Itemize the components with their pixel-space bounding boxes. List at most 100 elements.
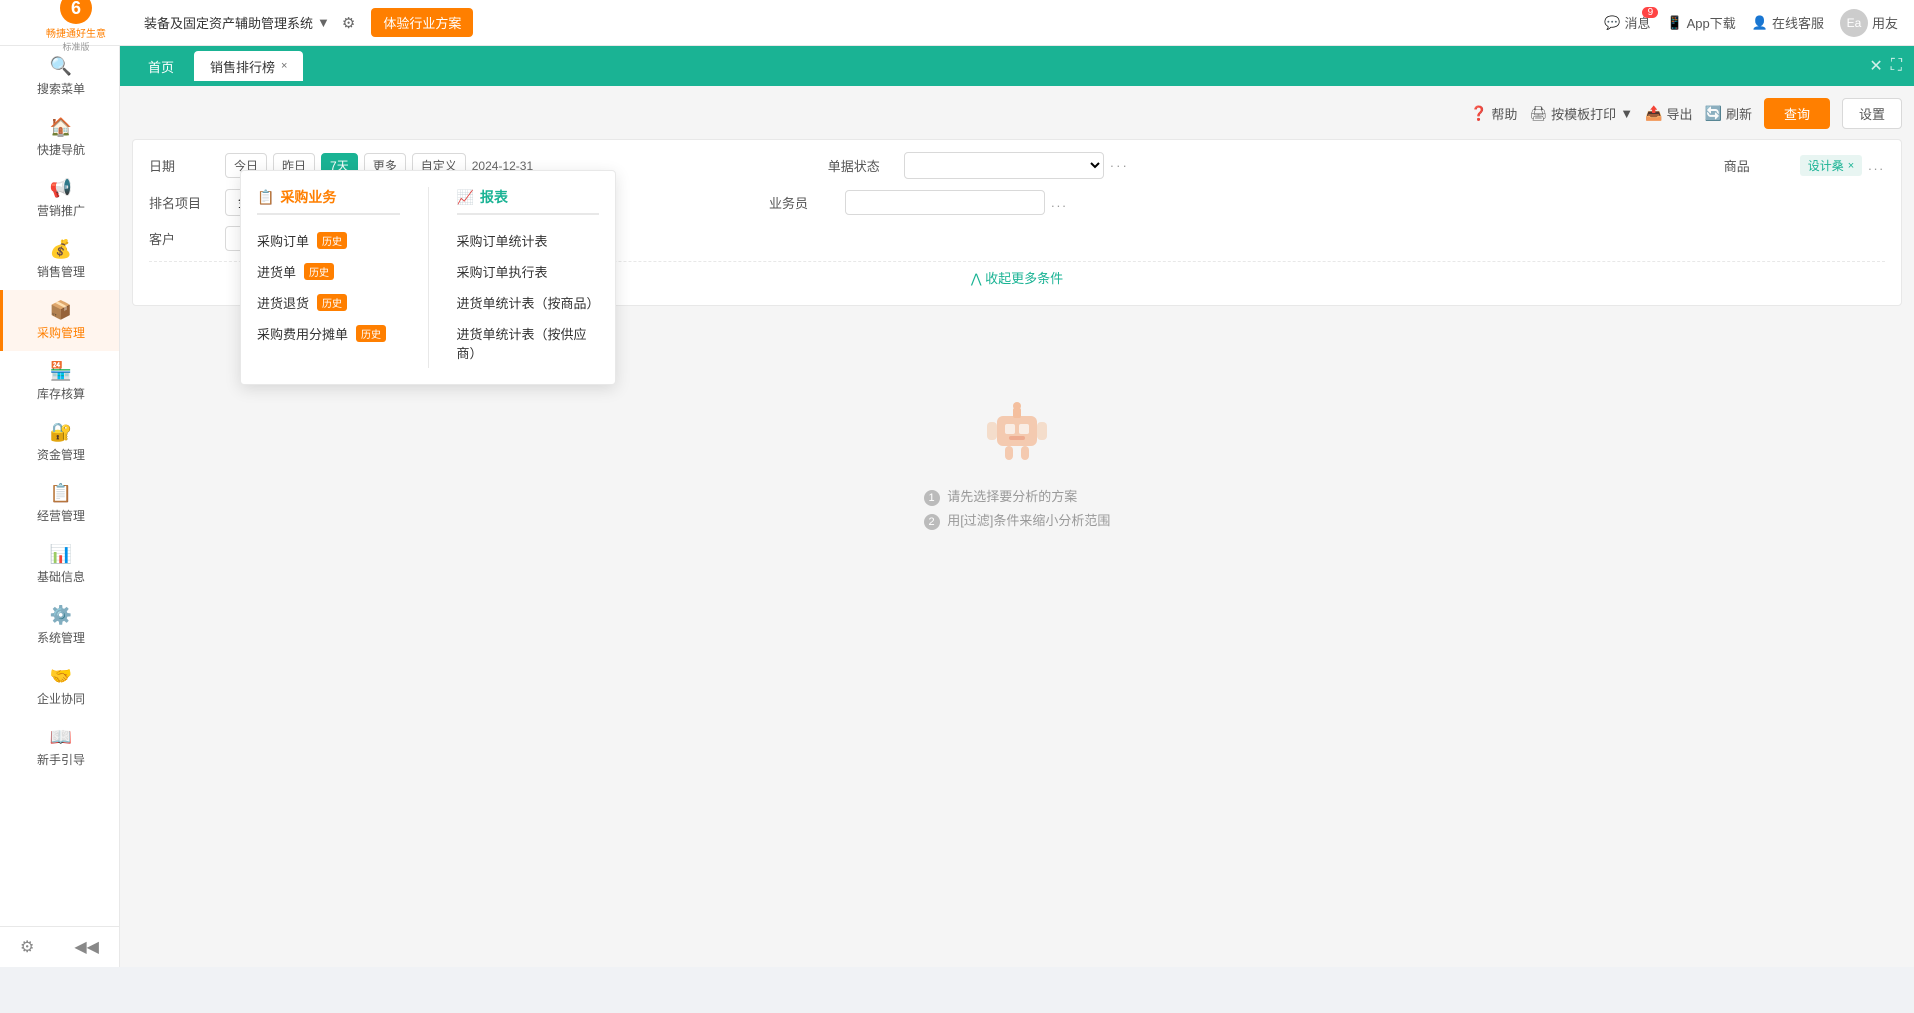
tab-home[interactable]: 首页 xyxy=(132,51,190,81)
sidebar-label-purchase: 采购管理 xyxy=(37,324,85,341)
sidebar-item-finance[interactable]: 🔐 资金管理 xyxy=(0,412,119,473)
refresh-label: 刷新 xyxy=(1726,104,1752,123)
sidebar-collapse-btn[interactable]: ◀◀ xyxy=(74,937,99,957)
menu-item-label-receipt: 进货单 xyxy=(257,262,296,281)
sidebar-settings-btn[interactable]: ⚙ xyxy=(20,937,34,957)
operation-icon: 📋 xyxy=(50,483,72,504)
inventory-icon: 🏪 xyxy=(50,361,72,382)
salesman-input[interactable] xyxy=(845,190,1045,215)
goods-tag-text: 设计桑 xyxy=(1808,157,1844,174)
logo-icon: 6 xyxy=(60,0,92,24)
salesman-area: ... xyxy=(845,190,1357,215)
sidebar-item-operation[interactable]: 📋 经营管理 xyxy=(0,473,119,534)
menu-item-return[interactable]: 进货退货 历史 xyxy=(257,287,400,318)
settings-btn2[interactable]: 设置 xyxy=(1842,98,1902,129)
menu-item-purchase-order[interactable]: 采购订单 历史 xyxy=(257,225,400,256)
refresh-btn[interactable]: 🔄 刷新 xyxy=(1705,104,1752,123)
sidebar-label-finance: 资金管理 xyxy=(37,446,85,463)
system-title: 装备及固定资产辅助管理系统 xyxy=(144,13,313,32)
help-icon: ❓ xyxy=(1470,105,1487,122)
industry-btn[interactable]: 体验行业方案 xyxy=(371,8,473,37)
messages-btn[interactable]: 💬 消息 9 xyxy=(1604,13,1650,32)
help-btn[interactable]: ❓ 帮助 xyxy=(1470,104,1517,123)
rank-label: 排名项目 xyxy=(149,193,209,212)
basic-info-icon: 📊 xyxy=(50,544,72,565)
sidebar-item-enterprise[interactable]: 🤝 企业协同 xyxy=(0,656,119,717)
app-download-btn[interactable]: 📱 App下载 xyxy=(1666,13,1735,32)
top-header: 6 畅捷通好生意 标准版 装备及固定资产辅助管理系统 ▼ ⚙ 体验行业方案 💬 … xyxy=(0,0,1914,46)
print-btn[interactable]: 🖨 按模板打印 ▼ xyxy=(1529,104,1633,123)
online-service-btn[interactable]: 👤 在线客服 xyxy=(1752,13,1824,32)
sidebar-item-inventory[interactable]: 🏪 库存核算 xyxy=(0,351,119,412)
voucher-status-select[interactable] xyxy=(904,152,1104,179)
tab-close-window-btn[interactable]: ✕ xyxy=(1869,56,1882,76)
sidebar-label-basic-info: 基础信息 xyxy=(37,568,85,585)
header-right: 💬 消息 9 📱 App下载 👤 在线客服 Ea 用友 xyxy=(1604,9,1898,37)
customer-label: 客户 xyxy=(149,229,209,248)
title-dropdown-icon[interactable]: ▼ xyxy=(317,15,330,30)
sidebar-menu: 🔍 搜索菜单 🏠 快捷导航 📢 营销推广 💰 销售管理 📦 采购管理 🏪 库存核… xyxy=(0,46,119,926)
sidebar-label-marketing: 营销推广 xyxy=(37,202,85,219)
sidebar-item-basic-info[interactable]: 📊 基础信息 xyxy=(0,534,119,595)
menu-item-order-stats[interactable]: 采购订单统计表 xyxy=(457,225,600,256)
empty-tips: 1 请先选择要分析的方案 2 用[过滤]条件来缩小分析范围 xyxy=(924,482,1111,534)
purchase-section-title: 📋 采购业务 xyxy=(257,187,400,215)
menu-item-receipt-stats-supplier[interactable]: 进货单统计表（按供应商） xyxy=(457,318,600,368)
goods-area: 设计桑 × ... xyxy=(1800,155,1885,176)
tab-close-btn[interactable]: × xyxy=(281,60,287,72)
avatar-initials: Ea xyxy=(1847,16,1862,30)
sidebar-item-system[interactable]: ⚙️ 系统管理 xyxy=(0,595,119,656)
empty-tip-2: 2 用[过滤]条件来缩小分析范围 xyxy=(924,510,1111,530)
service-icon: 👤 xyxy=(1752,15,1768,31)
goods-tag-close[interactable]: × xyxy=(1848,160,1854,172)
sidebar-item-guide[interactable]: 📖 新手引导 xyxy=(0,717,119,778)
purchase-icon: 📦 xyxy=(50,300,72,321)
menu-divider xyxy=(428,187,429,368)
query-btn[interactable]: 查询 xyxy=(1764,98,1830,129)
tab-active[interactable]: 销售排行榜 × xyxy=(194,51,303,81)
export-btn[interactable]: 📤 导出 xyxy=(1645,104,1692,123)
menu-item-order-exec[interactable]: 采购订单执行表 xyxy=(457,256,600,287)
sidebar-item-sales[interactable]: 💰 销售管理 xyxy=(0,229,119,290)
empty-tip-1: 1 请先选择要分析的方案 xyxy=(924,486,1111,506)
guide-icon: 📖 xyxy=(50,727,72,748)
help-label: 帮助 xyxy=(1491,104,1517,123)
export-label: 导出 xyxy=(1667,104,1693,123)
sidebar: 🔍 搜索菜单 🏠 快捷导航 📢 营销推广 💰 销售管理 📦 采购管理 🏪 库存核… xyxy=(0,46,120,967)
date-label: 日期 xyxy=(149,156,209,175)
goods-label: 商品 xyxy=(1724,156,1784,175)
sidebar-item-purchase[interactable]: 📦 采购管理 xyxy=(0,290,119,351)
goods-dots-btn[interactable]: ... xyxy=(1868,158,1885,173)
sidebar-label-sales: 销售管理 xyxy=(37,263,85,280)
menu-item-label-order-exec: 采购订单执行表 xyxy=(457,262,548,281)
tab-maximize-btn[interactable]: ⛶ xyxy=(1891,57,1902,75)
home-icon: 🏠 xyxy=(50,117,72,138)
user-menu-btn[interactable]: Ea 用友 xyxy=(1840,9,1898,37)
print-dropdown-icon: ▼ xyxy=(1620,106,1633,121)
voucher-dots-btn[interactable]: ··· xyxy=(1110,158,1129,173)
salesman-dots-btn[interactable]: ... xyxy=(1051,195,1068,210)
menu-item-label-receipt-stats-goods: 进货单统计表（按商品） xyxy=(457,293,600,312)
sidebar-item-search[interactable]: 🔍 搜索菜单 xyxy=(0,46,119,107)
menu-item-cost[interactable]: 采购费用分摊单 历史 xyxy=(257,318,400,349)
menu-item-receipt-stats-goods[interactable]: 进货单统计表（按商品） xyxy=(457,287,600,318)
sidebar-item-marketing[interactable]: 📢 营销推广 xyxy=(0,168,119,229)
messages-badge: 9 xyxy=(1642,7,1658,18)
salesman-label: 业务员 xyxy=(769,193,829,212)
report-column: 📈 报表 采购订单统计表 采购订单执行表 进货单统计表（按商品） 进货单统计表（… xyxy=(457,187,600,368)
sidebar-item-quick-nav[interactable]: 🏠 快捷导航 xyxy=(0,107,119,168)
purchase-column: 📋 采购业务 采购订单 历史 进货单 历史 进货退货 历史 采购费用分摊单 xyxy=(257,187,400,368)
menu-item-label-order-stats: 采购订单统计表 xyxy=(457,231,548,250)
history-badge-receipt: 历史 xyxy=(304,263,334,280)
settings-icon[interactable]: ⚙ xyxy=(342,14,355,32)
sales-icon: 💰 xyxy=(50,239,72,260)
voucher-status-label: 单据状态 xyxy=(828,156,888,175)
sidebar-label-system: 系统管理 xyxy=(37,629,85,646)
purchase-section-icon: 📋 xyxy=(257,189,274,206)
toolbar: ❓ 帮助 🖨 按模板打印 ▼ 📤 导出 🔄 刷新 查询 设置 xyxy=(132,98,1902,129)
menu-item-label-cost: 采购费用分摊单 xyxy=(257,324,348,343)
avatar: Ea xyxy=(1840,9,1868,37)
collapse-icon: ⋀ xyxy=(971,271,982,286)
menu-item-receipt[interactable]: 进货单 历史 xyxy=(257,256,400,287)
content-area: ❓ 帮助 🖨 按模板打印 ▼ 📤 导出 🔄 刷新 查询 设置 日期 xyxy=(120,86,1914,967)
